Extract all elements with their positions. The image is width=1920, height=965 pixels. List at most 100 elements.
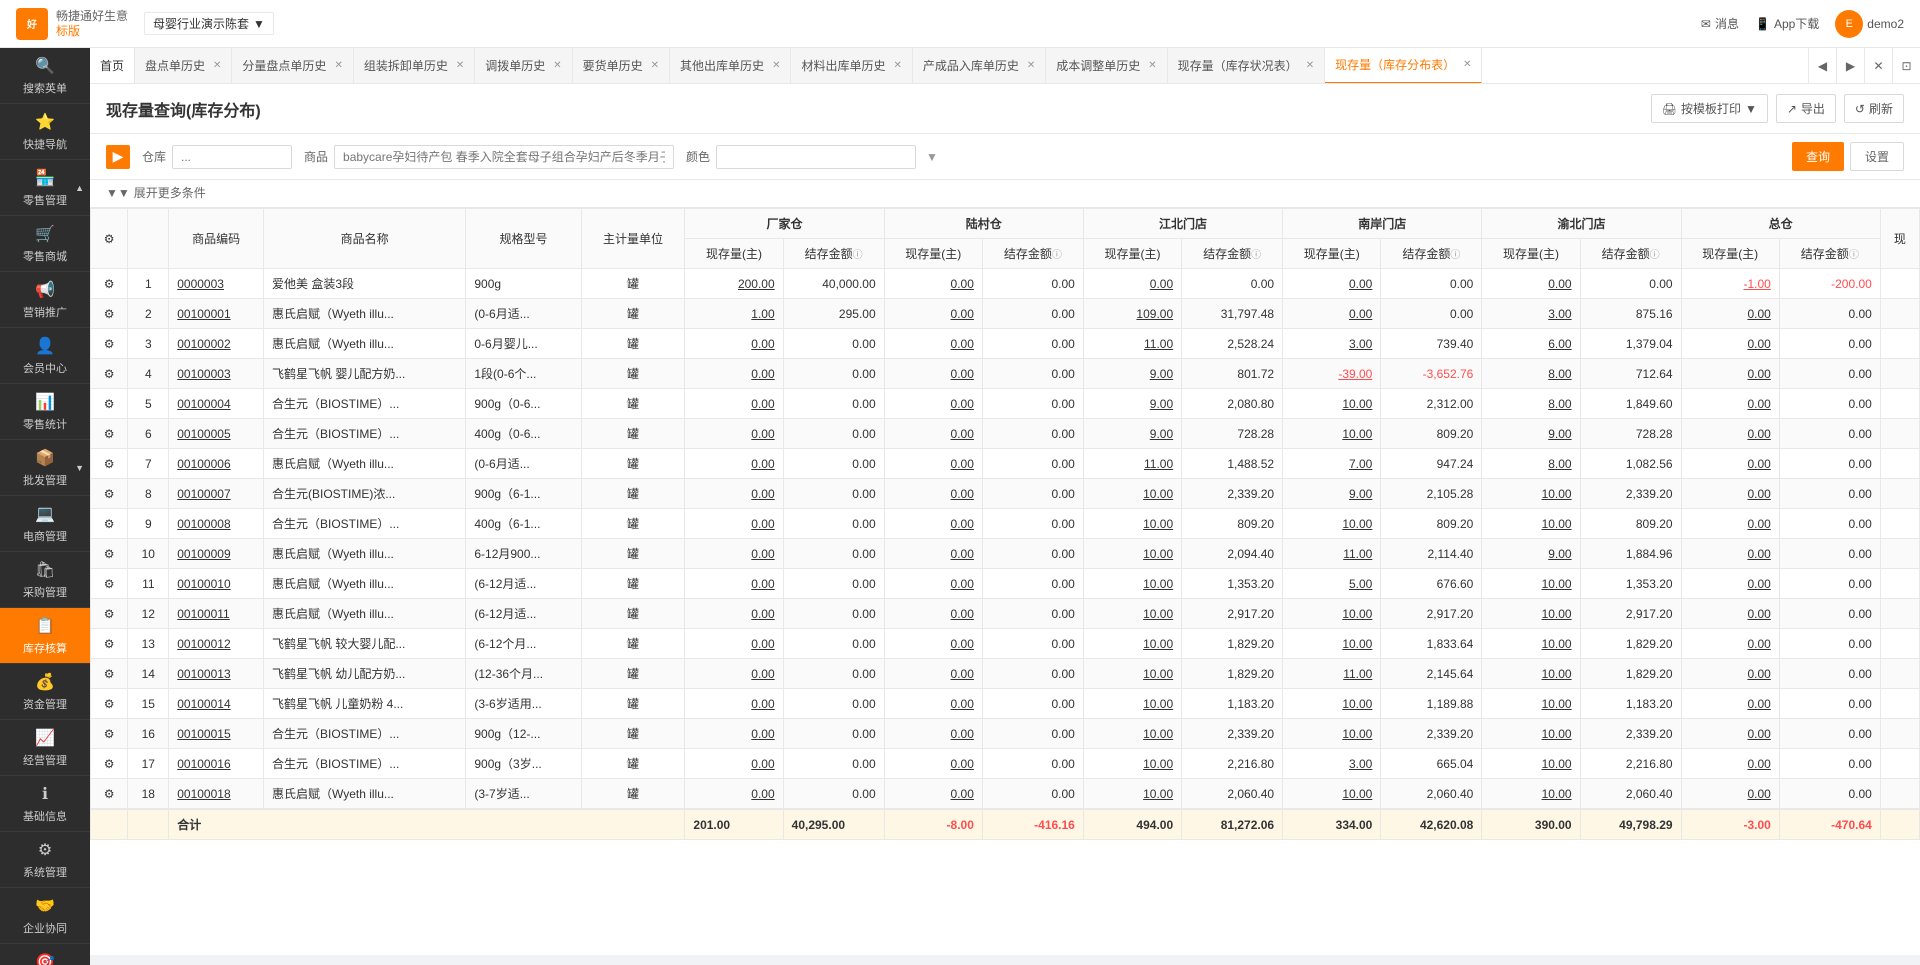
row-gear[interactable]: ⚙ bbox=[91, 689, 128, 719]
row-factory-qty[interactable]: 0.00 bbox=[685, 599, 783, 629]
info-icon[interactable]: ⓘ bbox=[1650, 250, 1660, 261]
sidebar-item-retail-stats[interactable]: 📊 零售统计 bbox=[0, 384, 90, 440]
row-na-qty[interactable]: 10.00 bbox=[1283, 389, 1381, 419]
tab-finished-in[interactable]: 产成品入库单历史 ✕ bbox=[913, 48, 1046, 84]
row-na-qty[interactable]: 11.00 bbox=[1283, 539, 1381, 569]
close-icon[interactable]: ✕ bbox=[553, 60, 561, 71]
sidebar-item-store[interactable]: 🛒 零售商城 bbox=[0, 216, 90, 272]
sidebar-item-ops[interactable]: 📈 经营管理 bbox=[0, 720, 90, 776]
row-code[interactable]: 00100011 bbox=[169, 599, 264, 629]
row-code[interactable]: 00100002 bbox=[169, 329, 264, 359]
row-lu-qty[interactable]: 0.00 bbox=[884, 389, 982, 419]
app-selector[interactable]: 母婴行业演示陈套 ▼ bbox=[144, 12, 274, 35]
close-icon[interactable]: ✕ bbox=[651, 60, 659, 71]
row-gear[interactable]: ⚙ bbox=[91, 659, 128, 689]
tab-assembly[interactable]: 组装拆卸单历史 ✕ bbox=[354, 48, 475, 84]
info-icon[interactable]: ⓘ bbox=[1251, 250, 1261, 261]
user-menu[interactable]: E demo2 bbox=[1835, 10, 1904, 38]
row-lu-qty[interactable]: 0.00 bbox=[884, 569, 982, 599]
row-lu-qty[interactable]: 0.00 bbox=[884, 329, 982, 359]
close-icon[interactable]: ✕ bbox=[772, 60, 780, 71]
row-factory-qty[interactable]: 0.00 bbox=[685, 479, 783, 509]
row-lu-qty[interactable]: 0.00 bbox=[884, 269, 982, 299]
row-gear[interactable]: ⚙ bbox=[91, 509, 128, 539]
row-total-qty[interactable]: 0.00 bbox=[1681, 359, 1779, 389]
message-btn[interactable]: ✉ 消息 bbox=[1701, 15, 1739, 32]
row-total-qty[interactable]: 0.00 bbox=[1681, 299, 1779, 329]
row-yb-qty[interactable]: 10.00 bbox=[1482, 779, 1580, 810]
row-gear[interactable]: ⚙ bbox=[91, 389, 128, 419]
row-gear[interactable]: ⚙ bbox=[91, 569, 128, 599]
sidebar-item-ecommerce[interactable]: 💻 电商管理 bbox=[0, 496, 90, 552]
row-total-qty[interactable]: 0.00 bbox=[1681, 389, 1779, 419]
sidebar-item-retail-mgmt[interactable]: 🏪 零售管理 ▲ bbox=[0, 160, 90, 216]
close-icon[interactable]: ✕ bbox=[893, 60, 901, 71]
close-icon[interactable]: ✕ bbox=[1027, 60, 1035, 71]
sidebar-item-system[interactable]: ⚙ 系统管理 bbox=[0, 832, 90, 888]
export-btn[interactable]: ↗ 导出 bbox=[1776, 94, 1836, 123]
row-code[interactable]: 00100010 bbox=[169, 569, 264, 599]
row-lu-qty[interactable]: 0.00 bbox=[884, 299, 982, 329]
row-na-qty[interactable]: 10.00 bbox=[1283, 599, 1381, 629]
row-lu-qty[interactable]: 0.00 bbox=[884, 419, 982, 449]
row-code[interactable]: 00100012 bbox=[169, 629, 264, 659]
row-na-qty[interactable]: 5.00 bbox=[1283, 569, 1381, 599]
row-code[interactable]: 00100016 bbox=[169, 749, 264, 779]
sidebar-item-basic[interactable]: ℹ 基础信息 bbox=[0, 776, 90, 832]
row-factory-qty[interactable]: 0.00 bbox=[685, 629, 783, 659]
tab-more-btn[interactable]: ⊡ bbox=[1892, 48, 1920, 84]
row-code[interactable]: 00100018 bbox=[169, 779, 264, 810]
row-total-qty[interactable]: 0.00 bbox=[1681, 749, 1779, 779]
row-gear[interactable]: ⚙ bbox=[91, 539, 128, 569]
row-code[interactable]: 00100004 bbox=[169, 389, 264, 419]
tab-next-btn[interactable]: ▶ bbox=[1836, 48, 1864, 84]
close-icon[interactable]: ✕ bbox=[334, 60, 342, 71]
close-icon[interactable]: ✕ bbox=[1306, 60, 1314, 71]
row-total-qty[interactable]: 0.00 bbox=[1681, 599, 1779, 629]
row-jb-qty[interactable]: 10.00 bbox=[1083, 539, 1181, 569]
row-yb-qty[interactable]: 9.00 bbox=[1482, 419, 1580, 449]
row-factory-qty[interactable]: 0.00 bbox=[685, 509, 783, 539]
expand-btn[interactable]: ▶ bbox=[106, 145, 130, 169]
row-jb-qty[interactable]: 11.00 bbox=[1083, 449, 1181, 479]
row-yb-qty[interactable]: 0.00 bbox=[1482, 269, 1580, 299]
tab-home[interactable]: 首页 bbox=[90, 48, 135, 84]
tab-fenliang[interactable]: 分量盘点单历史 ✕ bbox=[232, 48, 353, 84]
row-factory-qty[interactable]: 0.00 bbox=[685, 689, 783, 719]
row-total-qty[interactable]: 0.00 bbox=[1681, 569, 1779, 599]
row-jb-qty[interactable]: 0.00 bbox=[1083, 269, 1181, 299]
color-input[interactable] bbox=[716, 145, 916, 169]
row-na-qty[interactable]: 0.00 bbox=[1283, 299, 1381, 329]
row-yb-qty[interactable]: 10.00 bbox=[1482, 629, 1580, 659]
row-lu-qty[interactable]: 0.00 bbox=[884, 449, 982, 479]
row-lu-qty[interactable]: 0.00 bbox=[884, 779, 982, 810]
info-icon[interactable]: ⓘ bbox=[1849, 250, 1859, 261]
row-code[interactable]: 0000003 bbox=[169, 269, 264, 299]
row-factory-qty[interactable]: 0.00 bbox=[685, 659, 783, 689]
row-na-qty[interactable]: 9.00 bbox=[1283, 479, 1381, 509]
setting-btn[interactable]: 设置 bbox=[1850, 142, 1904, 171]
row-factory-qty[interactable]: 0.00 bbox=[685, 389, 783, 419]
row-yb-qty[interactable]: 10.00 bbox=[1482, 719, 1580, 749]
row-jb-qty[interactable]: 10.00 bbox=[1083, 689, 1181, 719]
tab-close-btn[interactable]: ✕ bbox=[1864, 48, 1892, 84]
row-yb-qty[interactable]: 10.00 bbox=[1482, 749, 1580, 779]
sidebar-item-nav[interactable]: ⭐ 快捷导航 bbox=[0, 104, 90, 160]
sidebar-item-guide[interactable]: 🎯 新手引导 bbox=[0, 944, 90, 965]
row-gear[interactable]: ⚙ bbox=[91, 479, 128, 509]
row-jb-qty[interactable]: 10.00 bbox=[1083, 719, 1181, 749]
tab-inventory-check[interactable]: 盘点单历史 ✕ bbox=[135, 48, 232, 84]
row-jb-qty[interactable]: 10.00 bbox=[1083, 569, 1181, 599]
row-jb-qty[interactable]: 9.00 bbox=[1083, 359, 1181, 389]
row-lu-qty[interactable]: 0.00 bbox=[884, 689, 982, 719]
tab-order[interactable]: 要货单历史 ✕ bbox=[573, 48, 670, 84]
row-factory-qty[interactable]: 0.00 bbox=[685, 539, 783, 569]
row-yb-qty[interactable]: 3.00 bbox=[1482, 299, 1580, 329]
row-yb-qty[interactable]: 8.00 bbox=[1482, 389, 1580, 419]
row-gear[interactable]: ⚙ bbox=[91, 719, 128, 749]
row-yb-qty[interactable]: 10.00 bbox=[1482, 599, 1580, 629]
sidebar-item-wholesale[interactable]: 📦 批发管理 ▼ bbox=[0, 440, 90, 496]
row-factory-qty[interactable]: 0.00 bbox=[685, 329, 783, 359]
search-btn[interactable]: 查询 bbox=[1792, 142, 1844, 171]
row-total-qty[interactable]: 0.00 bbox=[1681, 479, 1779, 509]
